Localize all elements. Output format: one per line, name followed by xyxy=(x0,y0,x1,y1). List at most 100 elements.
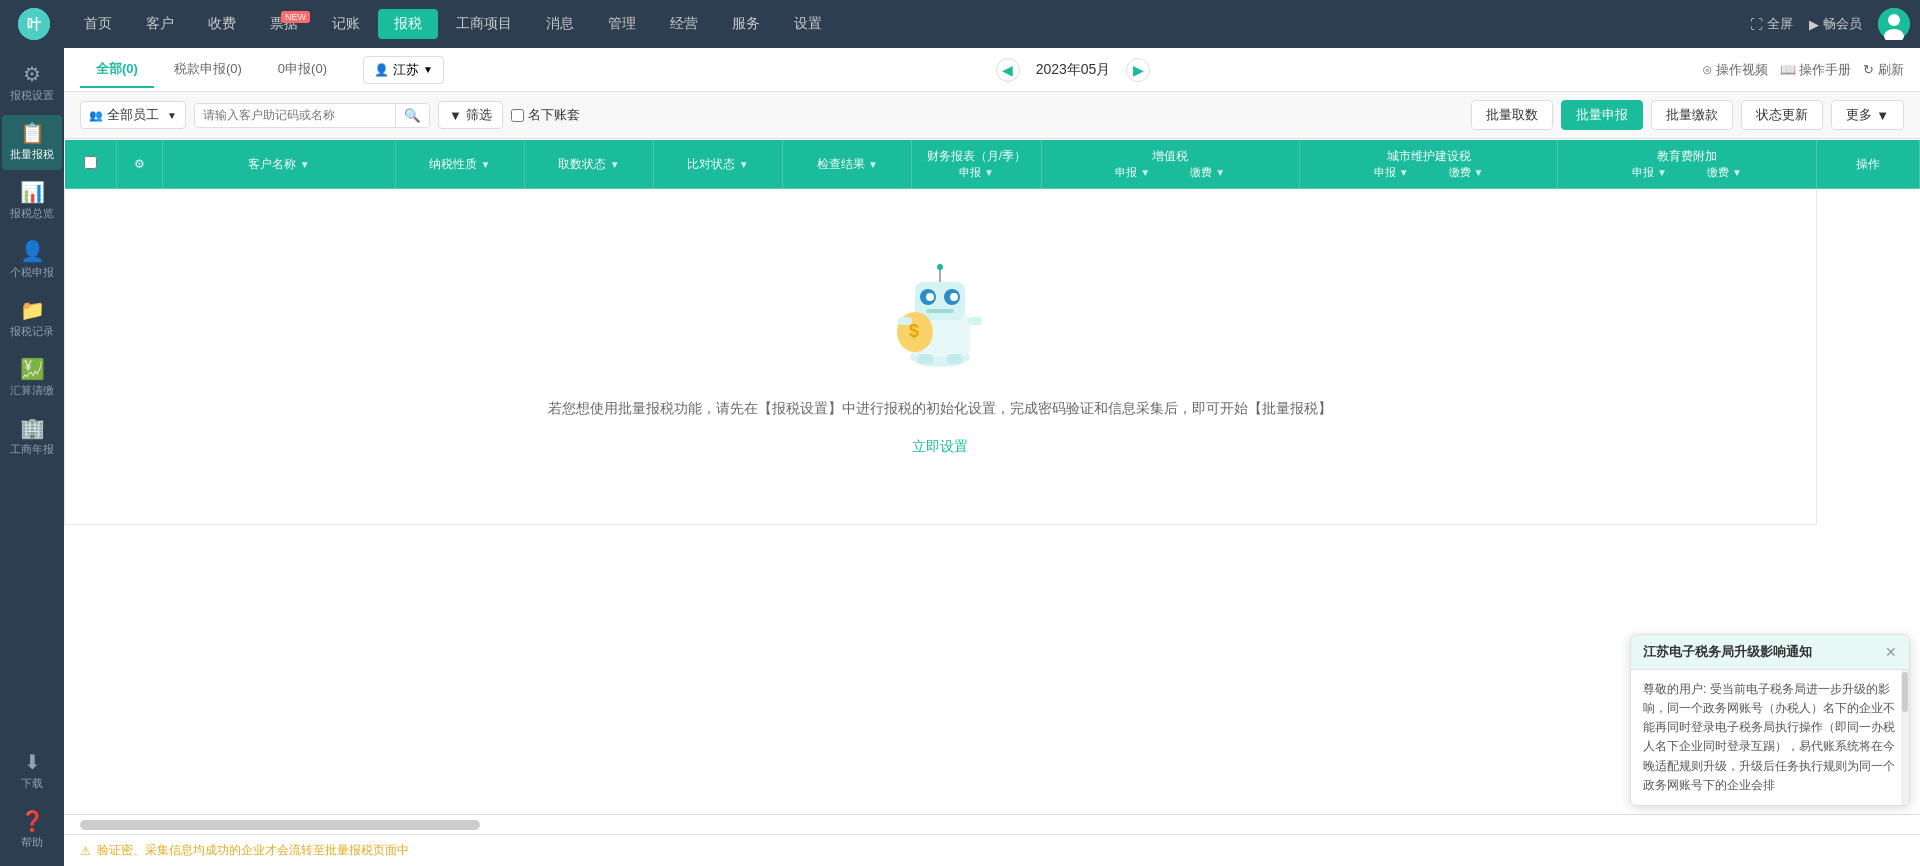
sidebar: ⚙ 报税设置 📋 批量报税 📊 报税总览 👤 个税申报 📁 报税记录 💹 汇算清… xyxy=(0,48,64,866)
edu-declare-filter-icon[interactable]: ▼ xyxy=(1657,167,1667,178)
select-all-checkbox[interactable] xyxy=(84,156,97,169)
region-selector[interactable]: 👤 江苏 ▼ xyxy=(363,56,444,84)
sidebar-item-settlement[interactable]: 💹 汇算清缴 xyxy=(2,351,62,406)
search-input[interactable] xyxy=(195,104,395,126)
prev-period-button[interactable]: ◀ xyxy=(996,58,1020,82)
horizontal-scrollbar[interactable] xyxy=(80,820,480,830)
setup-link[interactable]: 立即设置 xyxy=(912,438,968,456)
toolbar: 👥 全部员工 ▼ 🔍 ▼ 筛选 名下账套 批量取数 批量申报 批量缴款 状态更新 xyxy=(64,92,1920,139)
svg-point-3 xyxy=(1888,14,1900,26)
nav-service[interactable]: 服务 xyxy=(716,9,776,39)
sidebar-label-tax-settings: 报税设置 xyxy=(10,88,54,103)
fullscreen-button[interactable]: ⛶ 全屏 xyxy=(1750,15,1793,33)
search-button[interactable]: 🔍 xyxy=(395,104,429,127)
period-display: 2023年05月 xyxy=(1028,61,1119,79)
robot-image: $ xyxy=(880,257,1000,380)
vat-declare-filter-icon[interactable]: ▼ xyxy=(1140,167,1150,178)
batch-declare-button[interactable]: 批量申报 xyxy=(1561,100,1643,130)
customer-filter-icon[interactable]: ▼ xyxy=(300,159,310,170)
tax-overview-icon: 📊 xyxy=(20,182,45,202)
employee-label: 全部员工 xyxy=(107,106,159,124)
video-action[interactable]: ⊙ 操作视频 xyxy=(1702,61,1768,79)
next-period-button[interactable]: ▶ xyxy=(1126,58,1150,82)
accounts-checkbox[interactable] xyxy=(511,109,524,122)
region-label: 江苏 xyxy=(393,61,419,79)
fullscreen-icon: ⛶ xyxy=(1750,17,1763,32)
svg-rect-20 xyxy=(947,354,962,364)
svg-rect-14 xyxy=(926,309,954,313)
th-city-tax: 城市维护建设税 申报 ▼ 缴费 ▼ xyxy=(1299,140,1557,189)
video-icon: ⊙ xyxy=(1702,62,1712,77)
more-button[interactable]: 更多 ▼ xyxy=(1831,100,1904,130)
manual-icon: 📖 xyxy=(1780,62,1796,77)
nav-invoice[interactable]: 票据 NEW xyxy=(254,9,314,39)
filter-button[interactable]: ▼ 筛选 xyxy=(438,101,503,129)
manual-action[interactable]: 📖 操作手册 xyxy=(1780,61,1852,79)
logo-icon: 叶 xyxy=(18,8,50,40)
status-update-button[interactable]: 状态更新 xyxy=(1741,100,1823,130)
th-education-tax: 教育费附加 申报 ▼ 缴费 ▼ xyxy=(1558,140,1816,189)
filter-label: 筛选 xyxy=(466,106,492,124)
nav-bookkeeping[interactable]: 记账 xyxy=(316,9,376,39)
tab-all[interactable]: 全部(0) xyxy=(80,52,154,88)
sidebar-item-help[interactable]: ❓ 帮助 xyxy=(2,803,62,858)
accounts-checkbox-label[interactable]: 名下账套 xyxy=(511,106,580,124)
refresh-action[interactable]: ↻ 刷新 xyxy=(1863,61,1904,79)
sidebar-bottom: ⬇ 下载 ❓ 帮助 xyxy=(2,744,62,858)
popup-scrollbar[interactable] xyxy=(1901,670,1909,805)
sidebar-label-download: 下载 xyxy=(21,776,43,791)
avatar[interactable] xyxy=(1878,8,1910,40)
batch-pay-button[interactable]: 批量缴款 xyxy=(1651,100,1733,130)
compare-filter-icon[interactable]: ▼ xyxy=(739,159,749,170)
bottom-bar: ⚠ 验证密、采集信息均成功的企业才会流转至批量报税页面中 xyxy=(64,834,1920,866)
member-button[interactable]: ▶ 畅会员 xyxy=(1809,15,1862,33)
nav-settings[interactable]: 设置 xyxy=(778,9,838,39)
sidebar-item-batch-tax[interactable]: 📋 批量报税 xyxy=(2,115,62,170)
video-label: 操作视频 xyxy=(1716,62,1768,77)
nav-message[interactable]: 消息 xyxy=(530,9,590,39)
settlement-icon: 💹 xyxy=(20,359,45,379)
nav-items: 首页 客户 收费 票据 NEW 记账 报税 工商项目 消息 管理 经营 服务 设… xyxy=(68,9,1750,39)
settings-icon: ⚙ xyxy=(134,157,145,171)
notification-popup: 江苏电子税务局升级影响通知 ✕ 尊敬的用户: 受当前电子税务局进一步升级的影响，… xyxy=(1630,634,1910,806)
tax-record-icon: 📁 xyxy=(20,300,45,320)
sidebar-item-tax-settings[interactable]: ⚙ 报税设置 xyxy=(2,56,62,111)
sidebar-item-tax-record[interactable]: 📁 报税记录 xyxy=(2,292,62,347)
city-declare-filter-icon[interactable]: ▼ xyxy=(1399,167,1409,178)
manual-label: 操作手册 xyxy=(1799,62,1851,77)
check-filter-icon[interactable]: ▼ xyxy=(868,159,878,170)
batch-fetch-button[interactable]: 批量取数 xyxy=(1471,100,1553,130)
tab-zero-declare[interactable]: 0申报(0) xyxy=(262,52,343,88)
edu-pay-filter-icon[interactable]: ▼ xyxy=(1732,167,1742,178)
tab-right-actions: ⊙ 操作视频 📖 操作手册 ↻ 刷新 xyxy=(1702,61,1904,79)
sidebar-label-personal-tax: 个税申报 xyxy=(10,265,54,280)
sidebar-item-tax-overview[interactable]: 📊 报税总览 xyxy=(2,174,62,229)
tax-settings-icon: ⚙ xyxy=(23,64,41,84)
download-icon: ⬇ xyxy=(24,752,41,772)
empty-description: 若您想使用批量报税功能，请先在【报税设置】中进行报税的初始化设置，完成密码验证和… xyxy=(548,400,1332,418)
sidebar-label-batch-tax: 批量报税 xyxy=(10,147,54,162)
sidebar-item-personal-tax[interactable]: 👤 个税申报 xyxy=(2,233,62,288)
sidebar-item-download[interactable]: ⬇ 下载 xyxy=(2,744,62,799)
popup-close-button[interactable]: ✕ xyxy=(1885,644,1897,660)
th-checkbox xyxy=(65,140,117,189)
popup-title: 江苏电子税务局升级影响通知 xyxy=(1643,643,1812,661)
batch-tax-icon: 📋 xyxy=(20,123,45,143)
sidebar-item-annual-report[interactable]: 🏢 工商年报 xyxy=(2,410,62,465)
nav-billing[interactable]: 收费 xyxy=(192,9,252,39)
employee-select[interactable]: 👥 全部员工 ▼ xyxy=(80,101,186,129)
nav-operation[interactable]: 经营 xyxy=(654,9,714,39)
nav-home[interactable]: 首页 xyxy=(68,9,128,39)
city-pay-filter-icon[interactable]: ▼ xyxy=(1474,167,1484,178)
nav-business[interactable]: 工商项目 xyxy=(440,9,528,39)
annual-report-icon: 🏢 xyxy=(20,418,45,438)
nav-management[interactable]: 管理 xyxy=(592,9,652,39)
tax-nature-filter-icon[interactable]: ▼ xyxy=(480,159,490,170)
nav-customer[interactable]: 客户 xyxy=(130,9,190,39)
fetch-filter-icon[interactable]: ▼ xyxy=(610,159,620,170)
financial-filter-icon[interactable]: ▼ xyxy=(984,167,994,178)
nav-tax[interactable]: 报税 xyxy=(378,9,438,39)
vat-pay-filter-icon[interactable]: ▼ xyxy=(1215,167,1225,178)
tab-tax-declare[interactable]: 税款申报(0) xyxy=(158,52,258,88)
accounts-label: 名下账套 xyxy=(528,106,580,124)
